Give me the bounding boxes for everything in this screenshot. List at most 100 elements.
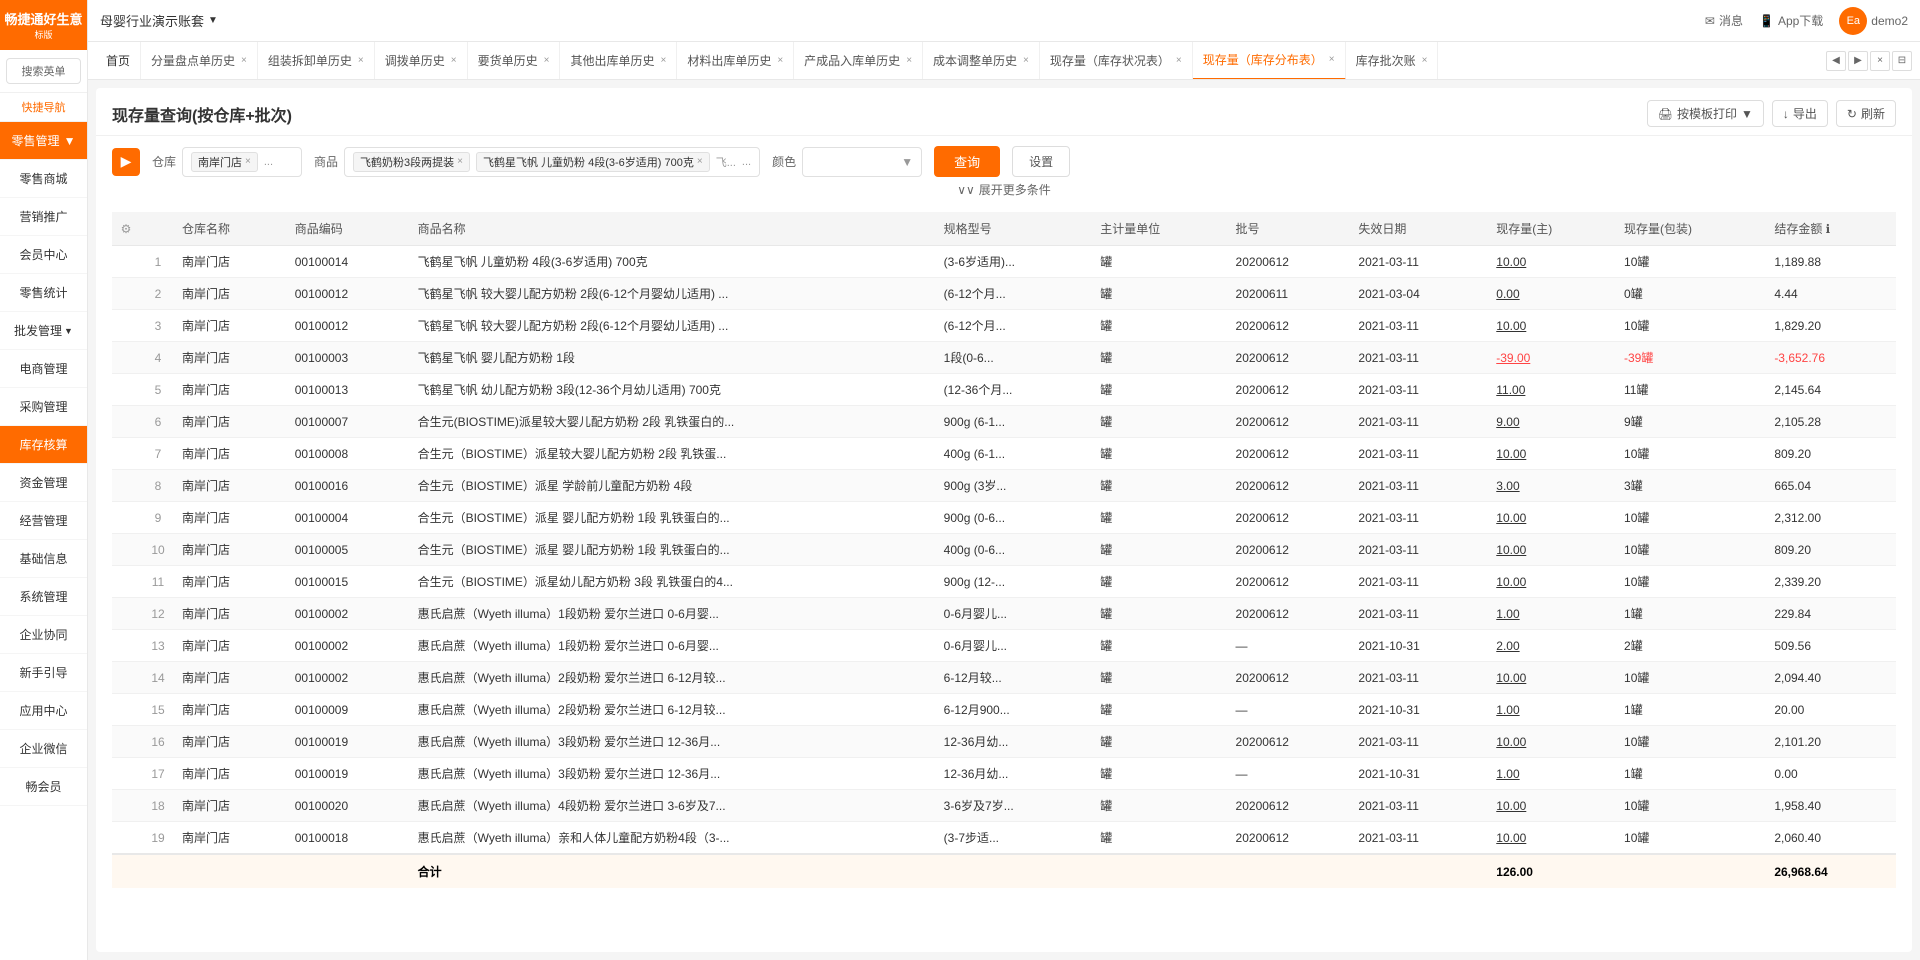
product-tag-text-1: 飞鹤奶粉3段两提装 [360, 154, 454, 170]
tab-prev-button[interactable]: ◀ [1826, 51, 1846, 71]
row-qty-main[interactable]: 9.00 [1490, 406, 1618, 438]
expand-more-conditions[interactable]: ∨∨ 展开更多条件 [112, 177, 1896, 202]
sidebar-item-finance[interactable]: 资金管理 [0, 464, 87, 502]
row-qty-main[interactable]: 2.00 [1490, 630, 1618, 662]
sidebar-item-zero-shop[interactable]: 零售商城 [0, 160, 87, 198]
product-tag-1-close[interactable]: × [457, 156, 463, 167]
row-qty-main[interactable]: 10.00 [1490, 726, 1618, 758]
quick-nav-button[interactable]: 快捷导航 [0, 93, 87, 122]
template-print-button[interactable]: 🖨 按模板打印 ▼ [1647, 100, 1764, 127]
message-button[interactable]: ✉ 消息 [1705, 12, 1743, 29]
settings-button[interactable]: 设置 [1012, 146, 1070, 177]
sidebar-item-stats[interactable]: 零售统计 [0, 274, 87, 312]
user-avatar[interactable]: Ea demo2 [1839, 7, 1908, 35]
warehouse-tag-close[interactable]: × [245, 156, 251, 167]
sidebar-item-zero-retail[interactable]: 零售管理 ▼ [0, 122, 87, 160]
tab-close-icon[interactable]: × [1422, 55, 1428, 66]
row-qty-main[interactable]: -39.00 [1490, 342, 1618, 374]
tab-inventory-status[interactable]: 现存量（库存状况表） × [1040, 42, 1193, 80]
sidebar-item-marketing[interactable]: 营销推广 [0, 198, 87, 236]
tab-material-out-history[interactable]: 材料出库单历史 × [677, 42, 794, 80]
product-tag-2-close[interactable]: × [697, 156, 703, 167]
table-row: 9 南岸门店 00100004 合生元（BIOSTIME）派星 婴儿配方奶粉 1… [112, 502, 1896, 534]
username: demo2 [1871, 14, 1908, 28]
tab-inventory-dist[interactable]: 现存量（库存分布表） × [1193, 42, 1346, 80]
tab-close-icon[interactable]: × [777, 55, 783, 66]
row-qty-main[interactable]: 1.00 [1490, 694, 1618, 726]
row-qty-main[interactable]: 10.00 [1490, 790, 1618, 822]
tab-menu-button[interactable]: ⊟ [1892, 51, 1912, 71]
tab-request-history[interactable]: 要货单历史 × [468, 42, 561, 80]
row-settings [112, 246, 140, 278]
sidebar-item-wholesale[interactable]: 批发管理 ▼ [0, 312, 87, 350]
row-qty-main[interactable]: 0.00 [1490, 278, 1618, 310]
topbar-left: 母婴行业演示账套 ▼ [100, 11, 218, 30]
sidebar-item-appcenter[interactable]: 应用中心 [0, 692, 87, 730]
tab-disassemble-history[interactable]: 组装拆卸单历史 × [258, 42, 375, 80]
row-qty-main[interactable]: 10.00 [1490, 534, 1618, 566]
tab-batch-account[interactable]: 库存批次账 × [1346, 42, 1439, 80]
page-inner: 现存量查询(按仓库+批次) 🖨 按模板打印 ▼ ↓ 导出 ↻ 刷新 [96, 88, 1912, 952]
tab-home[interactable]: 首页 [96, 42, 141, 80]
row-index: 6 [140, 406, 176, 438]
row-qty-main[interactable]: 11.00 [1490, 374, 1618, 406]
sidebar-item-ecommerce[interactable]: 电商管理 [0, 350, 87, 388]
sidebar-item-system[interactable]: 系统管理 [0, 578, 87, 616]
sidebar-item-newguide[interactable]: 新手引导 [0, 654, 87, 692]
tab-close-icon[interactable]: × [358, 55, 364, 66]
row-qty-main[interactable]: 10.00 [1490, 566, 1618, 598]
row-product-code: 00100013 [289, 374, 412, 406]
refresh-button[interactable]: ↻ 刷新 [1836, 100, 1896, 127]
sidebar-item-inventory[interactable]: 库存核算 [0, 426, 87, 464]
sidebar-item-wechat[interactable]: 企业微信 [0, 730, 87, 768]
warehouse-tag-container[interactable]: 南岸门店 × ... [182, 147, 302, 177]
query-button[interactable]: 查询 [934, 146, 1000, 177]
tab-close-icon[interactable]: × [1176, 55, 1182, 66]
product-filter-more: 飞... [716, 154, 736, 170]
row-qty-main[interactable]: 10.00 [1490, 822, 1618, 855]
app-download-button[interactable]: 📱 App下载 [1759, 12, 1823, 29]
tab-close-icon[interactable]: × [241, 55, 247, 66]
tab-close-icon[interactable]: × [1329, 54, 1335, 65]
export-button[interactable]: ↓ 导出 [1772, 100, 1828, 127]
table-row: 13 南岸门店 00100002 惠氏启蔗（Wyeth illuma）1段奶粉 … [112, 630, 1896, 662]
tab-close-icon[interactable]: × [1023, 55, 1029, 66]
tab-split-check-history[interactable]: 分量盘点单历史 × [141, 42, 258, 80]
row-qty-main[interactable]: 10.00 [1490, 502, 1618, 534]
sidebar-item-operations[interactable]: 经营管理 [0, 502, 87, 540]
tab-close-icon[interactable]: × [544, 55, 550, 66]
row-qty-main[interactable]: 10.00 [1490, 662, 1618, 694]
row-qty-main[interactable]: 10.00 [1490, 246, 1618, 278]
tab-close-icon[interactable]: × [451, 55, 457, 66]
row-qty-main[interactable]: 10.00 [1490, 310, 1618, 342]
sidebar-item-enterprise[interactable]: 企业协同 [0, 616, 87, 654]
tab-mix-history[interactable]: 调拨单历史 × [375, 42, 468, 80]
row-qty-main[interactable]: 1.00 [1490, 598, 1618, 630]
row-expiry: 2021-03-04 [1352, 278, 1490, 310]
sidebar-item-basic[interactable]: 基础信息 [0, 540, 87, 578]
settings-gear-icon[interactable]: ⚙ [121, 222, 132, 236]
search-button[interactable]: 搜索英单 [6, 58, 81, 84]
tab-cost-adjust-history[interactable]: 成本调整单历史 × [923, 42, 1040, 80]
row-qty-main[interactable]: 1.00 [1490, 758, 1618, 790]
sidebar-item-member2[interactable]: 畅会员 [0, 768, 87, 806]
sidebar-item-label: 零售商城 [19, 172, 67, 186]
filter-expand-button[interactable]: ▶ [112, 148, 140, 176]
tab-close-icon[interactable]: × [906, 55, 912, 66]
tab-close-all-button[interactable]: × [1870, 51, 1890, 71]
column-settings[interactable]: ⚙ [112, 212, 140, 246]
color-tag-container[interactable]: ▼ [802, 147, 922, 177]
tab-product-in-history[interactable]: 产成品入库单历史 × [794, 42, 923, 80]
sidebar-item-purchase[interactable]: 采购管理 [0, 388, 87, 426]
tab-other-out-history[interactable]: 其他出库单历史 × [560, 42, 677, 80]
row-qty-main[interactable]: 10.00 [1490, 438, 1618, 470]
sidebar-item-member[interactable]: 会员中心 [0, 236, 87, 274]
dropdown-arrow-icon: ▼ [1741, 107, 1753, 121]
row-settings [112, 822, 140, 855]
tab-close-icon[interactable]: × [660, 55, 666, 66]
row-warehouse: 南岸门店 [176, 566, 289, 598]
row-qty-main[interactable]: 3.00 [1490, 470, 1618, 502]
tab-next-button[interactable]: ▶ [1848, 51, 1868, 71]
account-dropdown[interactable]: 母婴行业演示账套 ▼ [100, 11, 218, 30]
product-tag-container[interactable]: 飞鹤奶粉3段两提装 × 飞鹤星飞帆 儿童奶粉 4段(3-6岁适用) 700克 ×… [344, 147, 760, 177]
